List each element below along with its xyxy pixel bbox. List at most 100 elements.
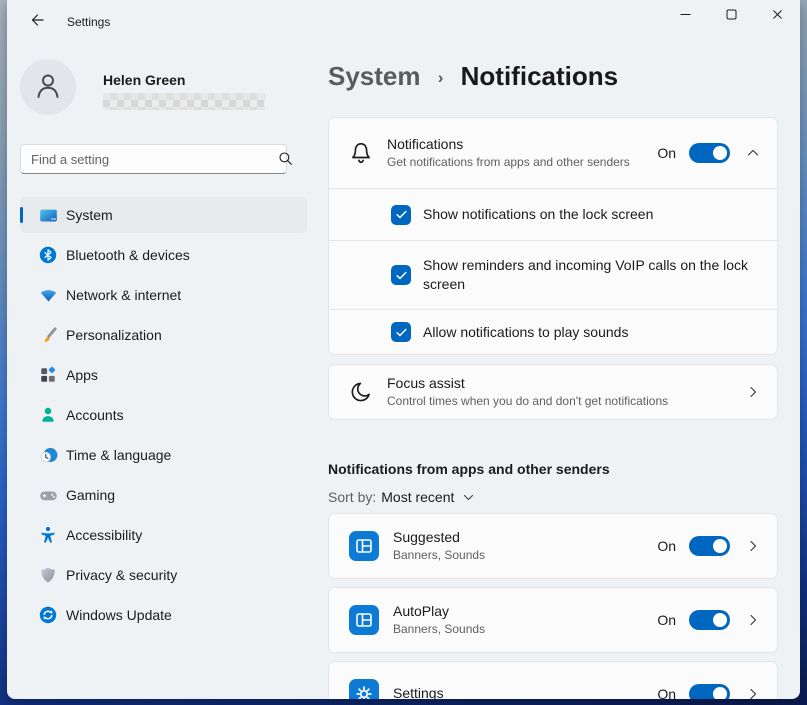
sidebar-item-apps[interactable]: Apps xyxy=(20,357,307,393)
sidebar-item-label: Windows Update xyxy=(66,607,172,623)
reminders-voip-checkbox[interactable] xyxy=(391,265,411,285)
accounts-icon xyxy=(38,405,58,425)
wifi-icon xyxy=(38,285,58,305)
suggested-app-icon xyxy=(349,531,379,561)
notifications-header-row[interactable]: Notifications Get notifications from app… xyxy=(328,117,778,188)
maximize-button[interactable] xyxy=(708,0,754,34)
app-detail: Banners, Sounds xyxy=(393,622,486,636)
sidebar-item-label: System xyxy=(66,207,113,223)
chevron-right-icon xyxy=(745,612,761,628)
autoplay-app-icon xyxy=(349,605,379,635)
app-detail: Banners, Sounds xyxy=(393,548,486,562)
chevron-right-icon xyxy=(745,538,761,554)
paintbrush-icon xyxy=(38,325,58,345)
update-icon xyxy=(38,605,58,625)
search-icon xyxy=(278,151,293,171)
back-button[interactable] xyxy=(21,6,53,38)
app-row-suggested[interactable]: Suggested Banners, Sounds On xyxy=(328,513,778,579)
sidebar-nav: System Bluetooth & devices Network & int… xyxy=(17,197,310,633)
reminders-voip-row: Show reminders and incoming VoIP calls o… xyxy=(328,240,778,309)
sidebar-item-label: Gaming xyxy=(66,487,116,503)
sidebar-item-label: Privacy & security xyxy=(66,567,178,583)
search-box xyxy=(20,144,307,174)
notifications-expander: Notifications Get notifications from app… xyxy=(328,117,778,355)
search-input[interactable] xyxy=(20,144,287,174)
sidebar-item-label: Time & language xyxy=(66,447,172,463)
sidebar: Helen Green System xyxy=(7,48,320,699)
apps-section-heading: Notifications from apps and other sender… xyxy=(328,461,610,477)
app-state-label: On xyxy=(657,686,676,699)
sort-value: Most recent xyxy=(381,489,455,505)
sidebar-item-personalization[interactable]: Personalization xyxy=(20,317,307,353)
main-content: System › Notifications Notifications Get… xyxy=(320,48,800,699)
checkbox-label: Show reminders and incoming VoIP calls o… xyxy=(423,257,749,292)
sort-label: Sort by: xyxy=(328,489,377,505)
apps-icon xyxy=(38,365,58,385)
accessibility-icon xyxy=(38,525,58,545)
sidebar-item-time-language[interactable]: Time & language xyxy=(20,437,307,473)
play-sounds-checkbox[interactable] xyxy=(391,322,411,342)
breadcrumb-separator-icon: › xyxy=(437,68,444,87)
sidebar-item-bluetooth-devices[interactable]: Bluetooth & devices xyxy=(20,237,307,273)
sidebar-item-network-internet[interactable]: Network & internet xyxy=(20,277,307,313)
notifications-toggle[interactable] xyxy=(689,143,730,163)
sidebar-item-accounts[interactable]: Accounts xyxy=(20,397,307,433)
minimize-button[interactable] xyxy=(662,0,708,34)
sidebar-item-label: Apps xyxy=(66,367,98,383)
chevron-up-icon[interactable] xyxy=(745,145,761,161)
focus-assist-row[interactable]: Focus assist Control times when you do a… xyxy=(328,364,778,420)
play-sounds-row: Allow notifications to play sounds xyxy=(328,309,778,355)
minimize-icon xyxy=(678,7,693,27)
sidebar-item-privacy-security[interactable]: Privacy & security xyxy=(20,557,307,593)
moon-icon xyxy=(349,380,373,404)
close-button[interactable] xyxy=(754,0,800,34)
notifications-subtitle: Get notifications from apps and other se… xyxy=(387,155,630,169)
profile-email-redacted xyxy=(103,93,265,110)
sort-dropdown[interactable]: Sort by: Most recent xyxy=(328,489,475,505)
settings-toggle[interactable] xyxy=(689,684,730,699)
chevron-right-icon xyxy=(745,384,761,400)
focus-assist-subtitle: Control times when you do and don't get … xyxy=(387,394,669,408)
sidebar-item-label: Network & internet xyxy=(66,287,182,303)
person-icon xyxy=(31,68,65,107)
sidebar-item-label: Accounts xyxy=(66,407,124,423)
app-row-autoplay[interactable]: AutoPlay Banners, Sounds On xyxy=(328,587,778,653)
lock-screen-notifications-row: Show notifications on the lock screen xyxy=(328,188,778,240)
app-row-settings[interactable]: Settings On xyxy=(328,661,778,699)
lock-screen-notifications-checkbox[interactable] xyxy=(391,204,411,225)
sidebar-item-system[interactable]: System xyxy=(20,197,307,233)
clock-icon xyxy=(38,445,58,465)
notifications-state-label: On xyxy=(657,145,676,161)
system-icon xyxy=(38,205,58,225)
suggested-toggle[interactable] xyxy=(689,536,730,556)
shield-icon xyxy=(38,565,58,585)
titlebar: Settings xyxy=(7,0,800,48)
checkbox-label: Show notifications on the lock screen xyxy=(423,206,654,222)
sidebar-item-label: Accessibility xyxy=(66,527,143,543)
app-name: Suggested xyxy=(393,529,460,545)
settings-app-icon xyxy=(349,679,379,699)
maximize-icon xyxy=(724,7,739,27)
sidebar-item-gaming[interactable]: Gaming xyxy=(20,477,307,513)
chevron-right-icon xyxy=(745,686,761,699)
autoplay-toggle[interactable] xyxy=(689,610,730,630)
window-title: Settings xyxy=(67,15,111,29)
app-state-label: On xyxy=(657,612,676,628)
sidebar-item-windows-update[interactable]: Windows Update xyxy=(20,597,307,633)
back-arrow-icon xyxy=(29,12,45,33)
focus-assist-title: Focus assist xyxy=(387,375,465,391)
sidebar-item-accessibility[interactable]: Accessibility xyxy=(20,517,307,553)
avatar xyxy=(20,59,76,115)
selection-indicator xyxy=(20,207,23,223)
checkbox-label: Allow notifications to play sounds xyxy=(423,323,629,340)
app-state-label: On xyxy=(657,538,676,554)
bell-icon xyxy=(349,141,373,165)
settings-window: Settings Helen Green Find a setting Syst… xyxy=(7,0,800,699)
notifications-title: Notifications xyxy=(387,136,464,152)
sidebar-item-label: Bluetooth & devices xyxy=(66,247,190,263)
page-title: Notifications xyxy=(460,61,619,91)
app-name: AutoPlay xyxy=(393,603,450,619)
user-profile: Helen Green xyxy=(20,59,310,115)
breadcrumb-parent[interactable]: System xyxy=(328,61,421,91)
close-icon xyxy=(770,7,785,27)
